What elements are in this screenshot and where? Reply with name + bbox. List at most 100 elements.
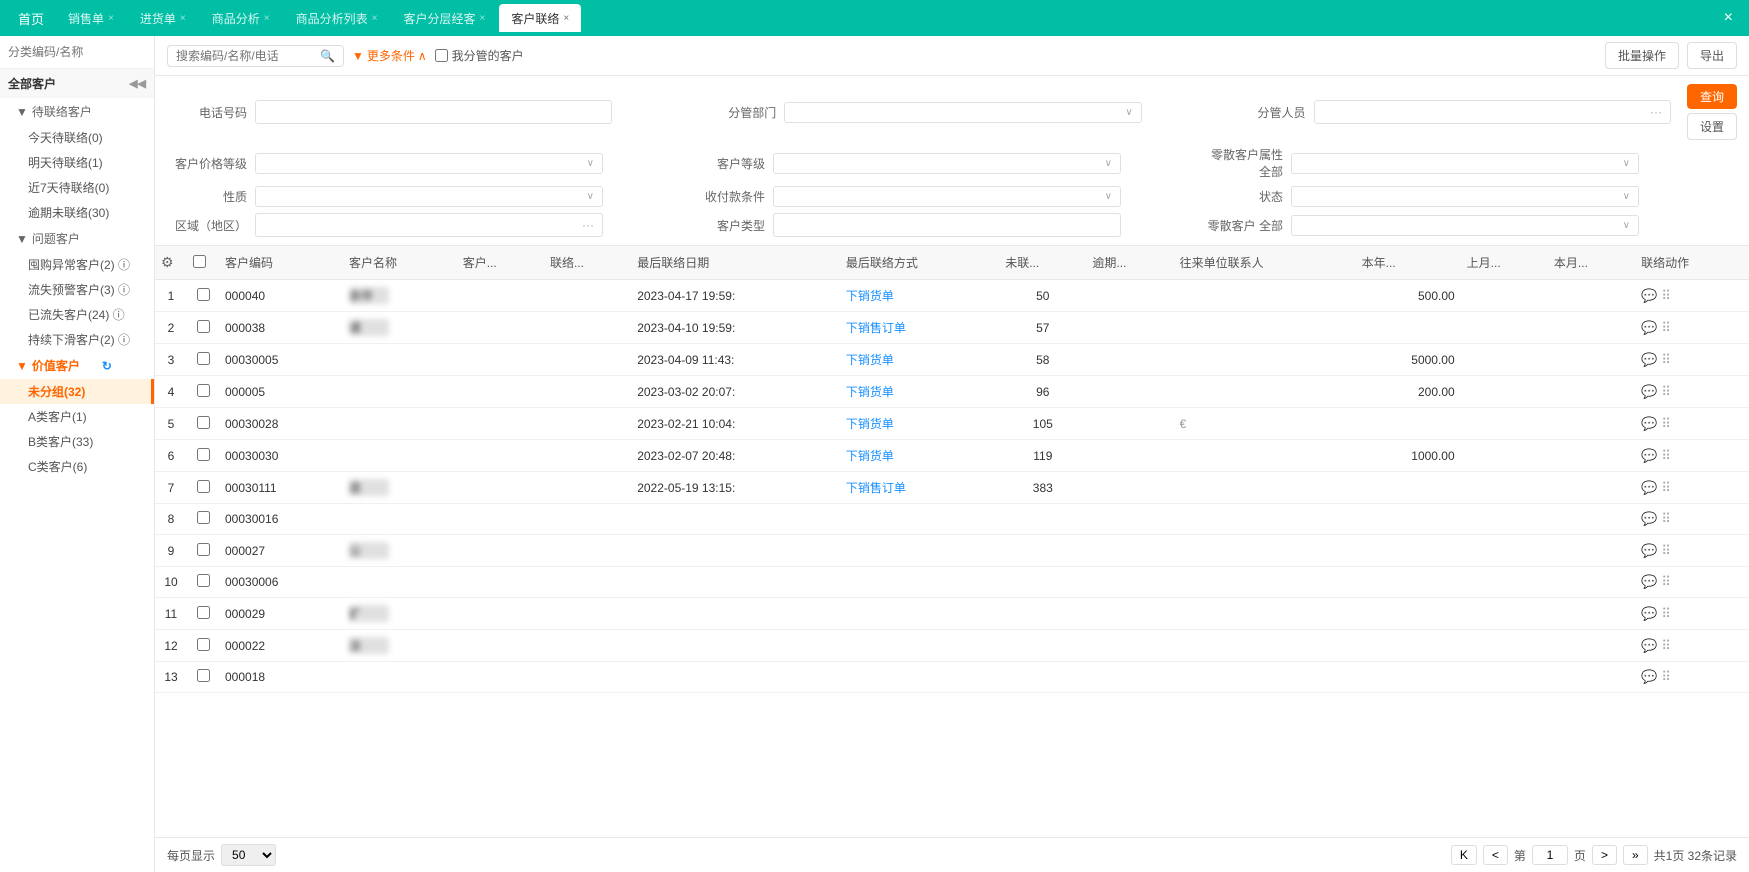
export-button[interactable]: 导出 — [1687, 42, 1737, 69]
td-checkbox[interactable] — [187, 376, 219, 408]
page-size-dropdown[interactable]: 50 100 200 — [221, 844, 276, 866]
chat-icon[interactable]: 💬 — [1641, 416, 1657, 432]
prev-page-button[interactable]: < — [1483, 845, 1508, 865]
nature-select[interactable]: ∨ — [255, 186, 603, 207]
close-icon[interactable]: × — [264, 13, 270, 24]
customer-level-select[interactable]: ∨ — [773, 153, 1121, 174]
status-select[interactable]: ∨ — [1291, 186, 1639, 207]
grid-icon[interactable]: ⠿ — [1661, 384, 1671, 400]
td-checkbox[interactable] — [187, 408, 219, 440]
chat-icon[interactable]: 💬 — [1641, 511, 1657, 527]
row-checkbox[interactable] — [197, 320, 210, 333]
sidebar-item-churn-warning[interactable]: 流失预警客户(3) ⓘ — [0, 277, 154, 302]
row-checkbox[interactable] — [197, 416, 210, 429]
sidebar-item-7days-contact[interactable]: 近7天待联络(0) — [0, 175, 154, 200]
grid-icon[interactable]: ⠿ — [1661, 574, 1671, 590]
th-checkbox[interactable] — [187, 246, 219, 280]
grid-icon[interactable]: ⠿ — [1661, 416, 1671, 432]
filter-more-conditions[interactable]: ▼ 更多条件 ∧ — [352, 47, 427, 64]
chat-icon[interactable]: 💬 — [1641, 638, 1657, 654]
first-page-button[interactable]: K — [1451, 845, 1477, 865]
sidebar-item-churned[interactable]: 已流失客户(24) ⓘ — [0, 302, 154, 327]
nav-tab-analysis[interactable]: 商品分析 × — [200, 4, 282, 32]
region-input[interactable]: ··· — [255, 213, 603, 237]
sidebar-item-declining[interactable]: 持续下滑客户(2) ⓘ — [0, 327, 154, 352]
refresh-icon[interactable]: ↻ — [102, 359, 112, 373]
chat-icon[interactable]: 💬 — [1641, 352, 1657, 368]
phone-input[interactable] — [255, 100, 612, 124]
last-method-link[interactable]: 下销货单 — [846, 417, 894, 431]
row-checkbox[interactable] — [197, 638, 210, 651]
next-page-button[interactable]: > — [1592, 845, 1617, 865]
grid-icon[interactable]: ⠿ — [1661, 638, 1671, 654]
customer-type-input[interactable] — [773, 213, 1121, 237]
grid-icon[interactable]: ⠿ — [1661, 352, 1671, 368]
nav-tab-purchase[interactable]: 进货单 × — [128, 4, 198, 32]
sidebar-item-hoarding-abnormal[interactable]: 囤购异常客户(2) ⓘ — [0, 252, 154, 277]
nav-tab-analysis-list[interactable]: 商品分析列表 × — [284, 4, 390, 32]
current-page-input[interactable] — [1532, 845, 1568, 865]
row-checkbox[interactable] — [197, 352, 210, 365]
batch-operation-button[interactable]: 批量操作 — [1605, 42, 1679, 69]
last-method-link[interactable]: 下销货单 — [846, 385, 894, 399]
chat-icon[interactable]: 💬 — [1641, 288, 1657, 304]
grid-icon[interactable]: ⠿ — [1661, 448, 1671, 464]
sidebar-item-tomorrow-contact[interactable]: 明天待联络(1) — [0, 150, 154, 175]
td-checkbox[interactable] — [187, 598, 219, 630]
chat-icon[interactable]: 💬 — [1641, 320, 1657, 336]
price-level-select[interactable]: ∨ — [255, 153, 603, 174]
my-customers-check[interactable] — [435, 49, 448, 62]
close-icon[interactable]: × — [180, 13, 186, 24]
grid-icon[interactable]: ⠿ — [1661, 669, 1671, 685]
sidebar-item-class-c[interactable]: C类客户(6) — [0, 454, 154, 479]
row-checkbox[interactable] — [197, 574, 210, 587]
chat-icon[interactable]: 💬 — [1641, 480, 1657, 496]
last-method-link[interactable]: 下销售订单 — [846, 321, 906, 335]
close-icon[interactable]: × — [479, 13, 485, 24]
my-customers-checkbox[interactable]: 我分管的客户 — [435, 47, 524, 64]
sidebar-item-today-contact[interactable]: 今天待联络(0) — [0, 125, 154, 150]
settings-icon[interactable]: ⚙ — [161, 254, 174, 270]
td-checkbox[interactable] — [187, 567, 219, 598]
td-checkbox[interactable] — [187, 280, 219, 312]
chat-icon[interactable]: 💬 — [1641, 448, 1657, 464]
grid-icon[interactable]: ⠿ — [1661, 511, 1671, 527]
row-checkbox[interactable] — [197, 669, 210, 682]
sidebar-item-class-b[interactable]: B类客户(33) — [0, 429, 154, 454]
chat-icon[interactable]: 💬 — [1641, 574, 1657, 590]
nav-tab-customer-tier[interactable]: 客户分层经客 × — [391, 4, 497, 32]
close-icon[interactable]: × — [372, 13, 378, 24]
sidebar-search-input[interactable] — [8, 45, 155, 59]
th-settings[interactable]: ⚙ — [155, 246, 187, 280]
row-checkbox[interactable] — [197, 384, 210, 397]
sidebar-all-customers[interactable]: 全部客户 ◀◀ — [0, 69, 154, 98]
td-checkbox[interactable] — [187, 662, 219, 693]
last-method-link[interactable]: 下销货单 — [846, 289, 894, 303]
sidebar-item-unclassified[interactable]: 未分组(32) — [0, 379, 154, 404]
row-checkbox[interactable] — [197, 543, 210, 556]
grid-icon[interactable]: ⠿ — [1661, 543, 1671, 559]
chat-icon[interactable]: 💬 — [1641, 384, 1657, 400]
last-method-link[interactable]: 下销货单 — [846, 449, 894, 463]
dept-select[interactable]: ∨ — [784, 102, 1141, 123]
last-method-link[interactable]: 下销货单 — [846, 353, 894, 367]
last-method-link[interactable]: 下销售订单 — [846, 481, 906, 495]
row-checkbox[interactable] — [197, 288, 210, 301]
nav-tab-customer-contact[interactable]: 客户联络 × — [499, 4, 581, 32]
row-checkbox[interactable] — [197, 480, 210, 493]
query-button[interactable]: 查询 — [1687, 84, 1737, 109]
last-page-button[interactable]: » — [1623, 845, 1648, 865]
td-checkbox[interactable] — [187, 630, 219, 662]
grid-icon[interactable]: ⠿ — [1661, 480, 1671, 496]
chat-icon[interactable]: 💬 — [1641, 669, 1657, 685]
row-checkbox[interactable] — [197, 448, 210, 461]
sidebar-group-pending-contact[interactable]: ▼ 待联络客户 — [0, 98, 154, 125]
grid-icon[interactable]: ⠿ — [1661, 320, 1671, 336]
nav-tab-sales[interactable]: 销售单 × — [56, 4, 126, 32]
sidebar-item-class-a[interactable]: A类客户(1) — [0, 404, 154, 429]
td-checkbox[interactable] — [187, 344, 219, 376]
retail-attr-select[interactable]: ∨ — [1291, 153, 1639, 174]
manager-input[interactable]: ··· — [1314, 100, 1671, 124]
td-checkbox[interactable] — [187, 504, 219, 535]
payment-select[interactable]: ∨ — [773, 186, 1121, 207]
